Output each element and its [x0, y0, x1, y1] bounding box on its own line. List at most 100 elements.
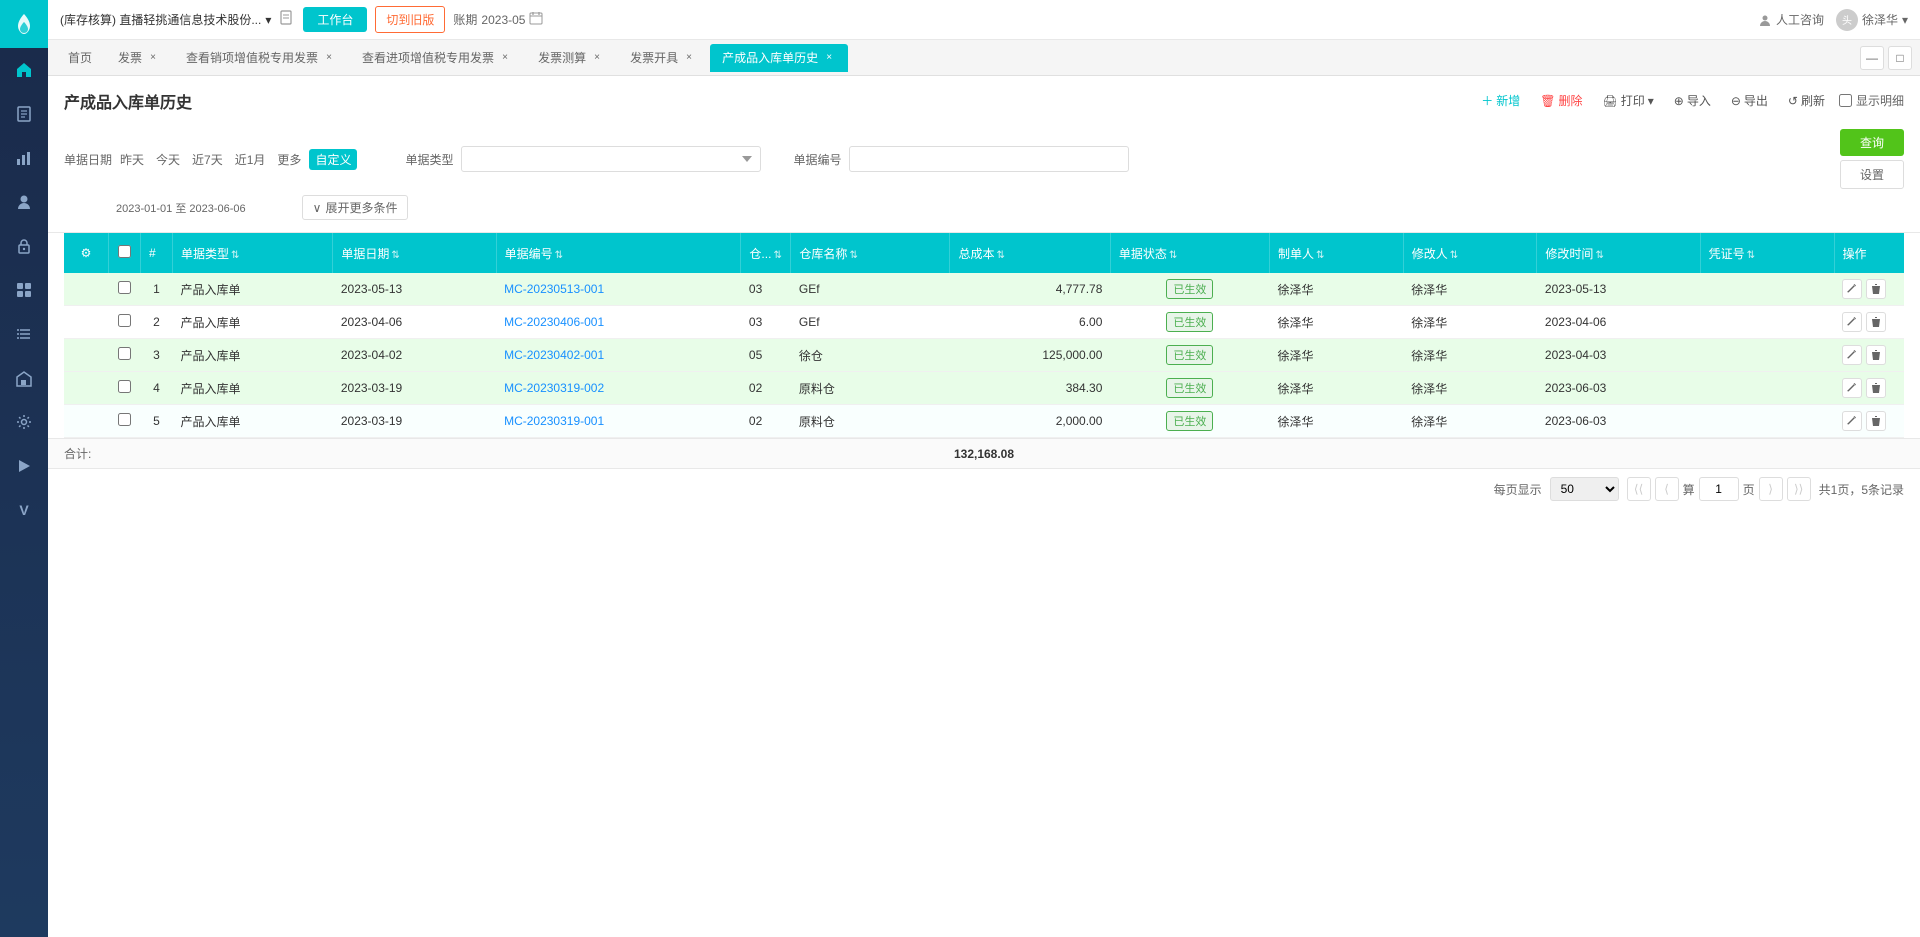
number-link-0[interactable]: MC-20230513-001: [504, 282, 604, 296]
sort-modify-time-icon[interactable]: ⇅: [1595, 250, 1603, 261]
sort-date-icon[interactable]: ⇅: [391, 250, 399, 261]
delete-icon-4[interactable]: [1866, 411, 1886, 431]
date-1month[interactable]: 近1月: [231, 149, 270, 170]
user-service[interactable]: 人工咨询: [1758, 11, 1824, 28]
cell-number-0[interactable]: MC-20230513-001: [496, 273, 741, 306]
sidebar-item-v[interactable]: V: [0, 488, 48, 532]
date-custom[interactable]: 自定义: [309, 149, 357, 170]
new-button[interactable]: ＋ 新增: [1475, 88, 1526, 113]
sidebar-item-play[interactable]: [0, 444, 48, 488]
sidebar-item-people[interactable]: [0, 180, 48, 224]
tab-home[interactable]: 首页: [56, 44, 104, 72]
sidebar-item-doc[interactable]: [0, 92, 48, 136]
edit-icon-0[interactable]: [1842, 279, 1862, 299]
tab-purchase-vat[interactable]: 查看进项增值税专用发票 ×: [350, 44, 524, 72]
switch-version-button[interactable]: 切到旧版: [375, 6, 445, 33]
sort-type-icon[interactable]: ⇅: [231, 250, 239, 261]
delete-icon-1[interactable]: [1866, 312, 1886, 332]
next-page-button[interactable]: ⟩: [1759, 477, 1783, 501]
col-checkbox: [109, 233, 141, 273]
query-button[interactable]: 查询: [1840, 129, 1904, 156]
number-filter-input[interactable]: [849, 146, 1129, 172]
tab-product-history[interactable]: 产成品入库单历史 ×: [710, 44, 848, 72]
company-selector[interactable]: (库存核算) 直播轻挑通信息技术股份... ▾: [60, 11, 271, 28]
sort-creator-icon[interactable]: ⇅: [1316, 250, 1324, 261]
select-all-checkbox[interactable]: [118, 245, 131, 258]
number-link-3[interactable]: MC-20230319-002: [504, 381, 604, 395]
workspace-button[interactable]: 工作台: [303, 7, 367, 32]
expand-button[interactable]: ∨ 展开更多条件: [302, 195, 409, 220]
user-avatar-area[interactable]: 头 徐泽华 ▾: [1836, 9, 1908, 31]
tab-invoice-open[interactable]: 发票开具 ×: [618, 44, 708, 72]
sort-modifier-icon[interactable]: ⇅: [1450, 250, 1458, 261]
type-filter-select[interactable]: [461, 146, 761, 172]
date-7days[interactable]: 近7天: [188, 149, 227, 170]
tab-product-history-close[interactable]: ×: [822, 51, 836, 65]
cell-number-1[interactable]: MC-20230406-001: [496, 306, 741, 339]
sort-cost-icon[interactable]: ⇅: [996, 250, 1004, 261]
tab-invoice[interactable]: 发票 ×: [106, 44, 172, 72]
cell-number-4[interactable]: MC-20230319-001: [496, 405, 741, 438]
sidebar-item-home[interactable]: [0, 48, 48, 92]
calendar-icon-period[interactable]: [529, 11, 543, 28]
row-checkbox-1[interactable]: [118, 314, 131, 327]
delete-icon-0[interactable]: [1866, 279, 1886, 299]
sidebar-item-chart[interactable]: [0, 136, 48, 180]
period-info: 账期 2023-05: [453, 11, 543, 28]
sort-voucher-icon[interactable]: ⇅: [1747, 250, 1755, 261]
prev-page-button[interactable]: ⟨: [1655, 477, 1679, 501]
refresh-button[interactable]: ↺ 刷新: [1782, 88, 1831, 113]
date-yesterday[interactable]: 昨天: [116, 149, 148, 170]
last-page-button[interactable]: ⟩⟩: [1787, 477, 1811, 501]
edit-icon-2[interactable]: [1842, 345, 1862, 365]
tab-sales-vat-close[interactable]: ×: [322, 51, 336, 65]
tab-sales-vat[interactable]: 查看销项增值税专用发票 ×: [174, 44, 348, 72]
per-page-select[interactable]: 50 10 20 100: [1550, 477, 1619, 501]
sort-wh-code-icon[interactable]: ⇅: [773, 250, 781, 261]
sort-number-icon[interactable]: ⇅: [555, 250, 563, 261]
sidebar-item-warehouse[interactable]: [0, 356, 48, 400]
sort-wh-name-icon[interactable]: ⇅: [849, 250, 857, 261]
new-label: 新增: [1496, 92, 1520, 109]
sort-status-icon[interactable]: ⇅: [1169, 250, 1177, 261]
tab-invoice-calc-close[interactable]: ×: [590, 51, 604, 65]
show-detail-checkbox[interactable]: [1839, 94, 1852, 107]
number-link-2[interactable]: MC-20230402-001: [504, 348, 604, 362]
delete-icon-3[interactable]: [1866, 378, 1886, 398]
row-checkbox-2[interactable]: [118, 347, 131, 360]
first-page-button[interactable]: ⟨⟨: [1627, 477, 1651, 501]
print-button[interactable]: 🖨 打印 ▾: [1596, 88, 1659, 113]
number-link-1[interactable]: MC-20230406-001: [504, 315, 604, 329]
cell-creator-1: 徐泽华: [1269, 306, 1403, 339]
sidebar-item-list[interactable]: [0, 312, 48, 356]
tab-invoice-calc[interactable]: 发票测算 ×: [526, 44, 616, 72]
import-button[interactable]: ⊕ 导入: [1668, 88, 1717, 113]
cell-number-2[interactable]: MC-20230402-001: [496, 339, 741, 372]
date-today[interactable]: 今天: [152, 149, 184, 170]
app-logo: [0, 0, 48, 48]
cell-number-3[interactable]: MC-20230319-002: [496, 372, 741, 405]
sidebar-item-settings[interactable]: [0, 400, 48, 444]
tab-minimize-button[interactable]: —: [1860, 46, 1884, 70]
cell-wh-name-1: GEf: [791, 306, 950, 339]
sidebar-item-lock[interactable]: [0, 224, 48, 268]
tab-maximize-button[interactable]: □: [1888, 46, 1912, 70]
edit-icon-3[interactable]: [1842, 378, 1862, 398]
table-settings-icon[interactable]: ⚙: [72, 239, 100, 267]
page-number-input[interactable]: [1699, 477, 1739, 501]
tab-invoice-open-close[interactable]: ×: [682, 51, 696, 65]
row-checkbox-3[interactable]: [118, 380, 131, 393]
delete-icon-2[interactable]: [1866, 345, 1886, 365]
tab-invoice-close[interactable]: ×: [146, 51, 160, 65]
date-more[interactable]: 更多: [273, 149, 305, 170]
edit-icon-1[interactable]: [1842, 312, 1862, 332]
tab-purchase-vat-close[interactable]: ×: [498, 51, 512, 65]
number-link-4[interactable]: MC-20230319-001: [504, 414, 604, 428]
delete-button[interactable]: 🗑 删除: [1534, 88, 1588, 113]
sidebar-item-grid[interactable]: [0, 268, 48, 312]
setting-button[interactable]: 设置: [1840, 160, 1904, 189]
row-checkbox-0[interactable]: [118, 281, 131, 294]
export-button[interactable]: ⊖ 导出: [1725, 88, 1774, 113]
edit-icon-4[interactable]: [1842, 411, 1862, 431]
row-checkbox-4[interactable]: [118, 413, 131, 426]
